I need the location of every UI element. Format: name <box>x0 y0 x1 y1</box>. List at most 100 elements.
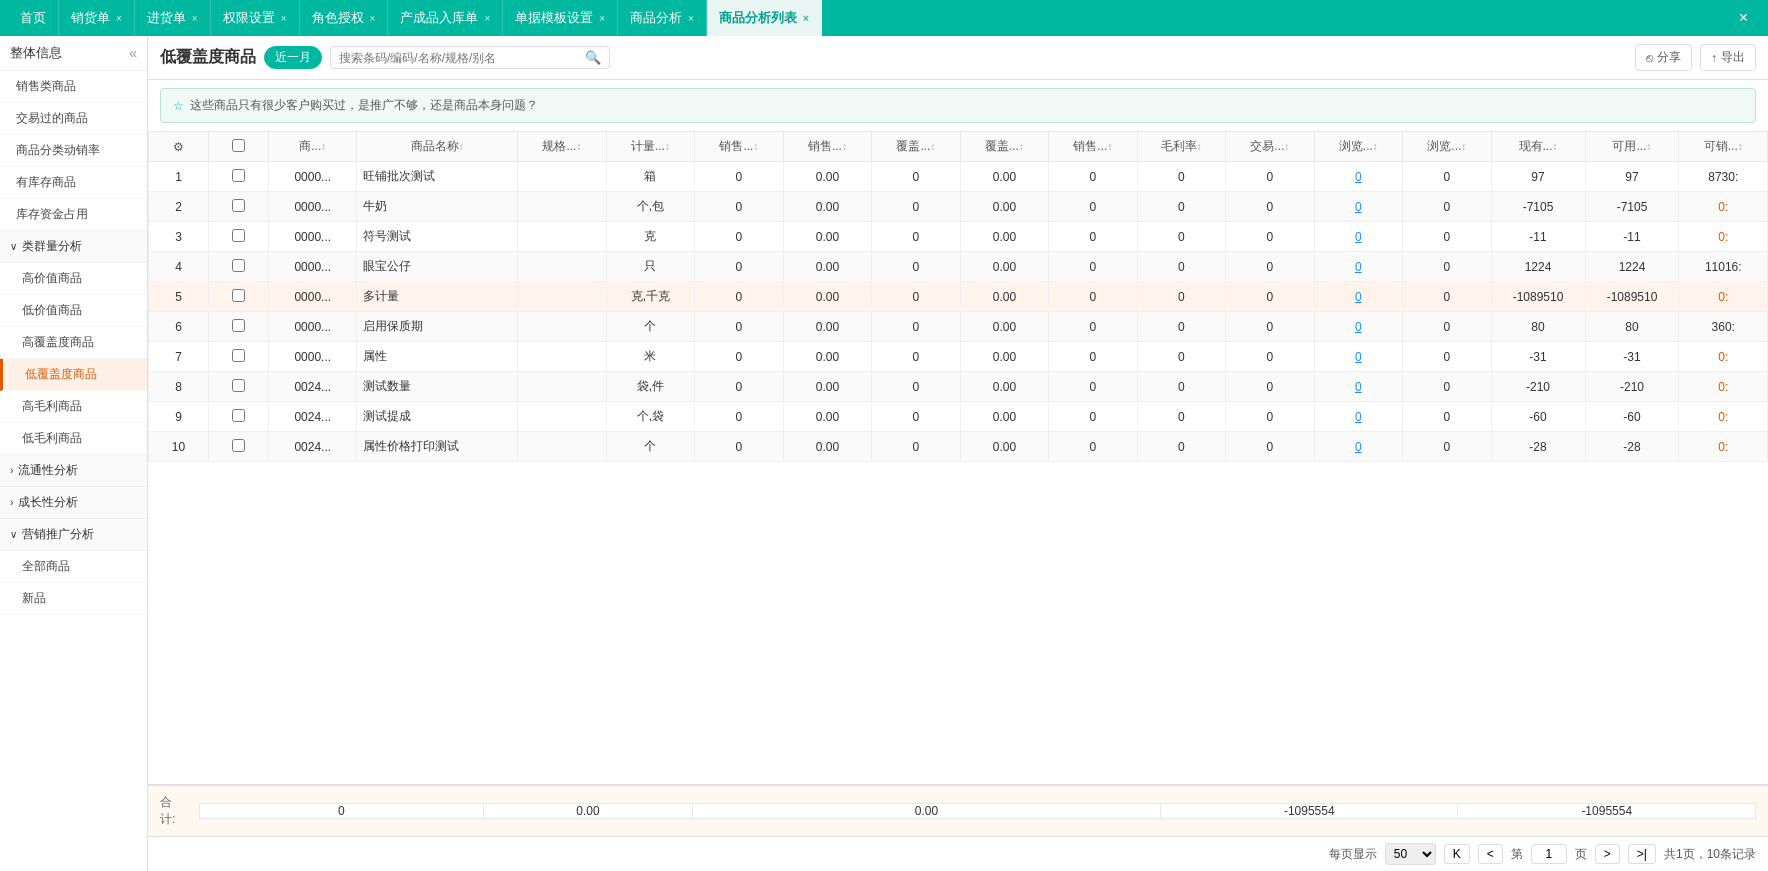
settings-column-header[interactable]: ⚙ <box>149 132 209 162</box>
row-browse1: 0 <box>1314 372 1402 402</box>
prev-page-button[interactable]: < <box>1478 844 1503 864</box>
search-input[interactable] <box>339 51 585 65</box>
share-button[interactable]: ⎋ 分享 <box>1635 44 1692 71</box>
row-coverage1: 0 <box>872 312 960 342</box>
name-column-header[interactable]: 商品名称↕ <box>357 132 518 162</box>
row-transaction: 0 <box>1226 192 1314 222</box>
sidebar-item-new-products[interactable]: 新品 <box>0 583 147 615</box>
sidebar-item-high-coverage[interactable]: 高覆盖度商品 <box>0 327 147 359</box>
table-row: 7 0000... 属性 米 0 0.00 0 0.00 0 0 0 0 0 -… <box>149 342 1768 372</box>
row-no: 10 <box>149 432 209 462</box>
nav-item-templates[interactable]: 单据模板设置 × <box>503 0 618 36</box>
next-page-button[interactable]: > <box>1595 844 1620 864</box>
close-icon[interactable]: × <box>803 13 809 24</box>
time-filter-button[interactable]: 近一月 <box>264 46 322 69</box>
close-icon[interactable]: × <box>370 13 376 24</box>
table-row: 10 0024... 属性价格打印测试 个 0 0.00 0 0.00 0 0 … <box>149 432 1768 462</box>
sidebar-group-liquidity[interactable]: › 流通性分析 <box>0 455 147 487</box>
select-all-checkbox[interactable] <box>232 139 245 152</box>
sidebar-item-low-profit[interactable]: 低毛利商品 <box>0 423 147 455</box>
row-checkbox[interactable] <box>232 409 245 422</box>
close-icon[interactable]: × <box>192 13 198 24</box>
row-no: 6 <box>149 312 209 342</box>
nav-item-permissions[interactable]: 权限设置 × <box>211 0 300 36</box>
row-browse2: 0 <box>1403 282 1491 312</box>
sidebar-item-all-products[interactable]: 全部商品 <box>0 551 147 583</box>
page-number-input[interactable] <box>1531 844 1567 864</box>
close-icon[interactable]: × <box>484 13 490 24</box>
nav-item-product-analysis[interactable]: 商品分析 × <box>618 0 707 36</box>
sales-qty-column-header[interactable]: 销售...↕ <box>695 132 783 162</box>
row-no: 3 <box>149 222 209 252</box>
row-coverage1: 0 <box>872 402 960 432</box>
row-checkbox-cell <box>209 372 269 402</box>
sidebar-group-marketing[interactable]: ∨ 营销推广分析 <box>0 519 147 551</box>
chevron-right-icon: › <box>10 497 13 508</box>
nav-item-home[interactable]: 首页 <box>8 0 59 36</box>
close-icon[interactable]: × <box>599 13 605 24</box>
row-name: 测试数量 <box>357 372 518 402</box>
close-icon[interactable]: × <box>116 13 122 24</box>
row-checkbox[interactable] <box>232 319 245 332</box>
transaction-column-header[interactable]: 交易...↕ <box>1226 132 1314 162</box>
sidebar-group-category-analysis[interactable]: ∨ 类群量分析 <box>0 231 147 263</box>
row-checkbox[interactable] <box>232 199 245 212</box>
spec-column-header[interactable]: 规格...↕ <box>518 132 606 162</box>
row-current-stock: 1224 <box>1491 252 1585 282</box>
coverage1-column-header[interactable]: 覆盖...↕ <box>872 132 960 162</box>
row-checkbox[interactable] <box>232 349 245 362</box>
sales-amount-column-header[interactable]: 销售...↕ <box>783 132 871 162</box>
row-sellable: 0: <box>1679 402 1768 432</box>
nav-item-roles[interactable]: 角色授权 × <box>300 0 389 36</box>
sidebar-collapse-button[interactable]: « <box>129 45 137 61</box>
browse2-column-header[interactable]: 浏览...↕ <box>1403 132 1491 162</box>
row-sales-amount: 0.00 <box>783 192 871 222</box>
row-checkbox[interactable] <box>232 289 245 302</box>
nav-item-sales[interactable]: 销货单 × <box>59 0 135 36</box>
row-checkbox[interactable] <box>232 259 245 272</box>
sales3-column-header[interactable]: 销售...↕ <box>1049 132 1137 162</box>
row-sales3: 0 <box>1049 222 1137 252</box>
gross-margin-column-header[interactable]: 毛利率↕ <box>1137 132 1225 162</box>
sidebar-item-low-value[interactable]: 低价值商品 <box>0 295 147 327</box>
sidebar-item-high-profit[interactable]: 高毛利商品 <box>0 391 147 423</box>
nav-item-purchase[interactable]: 进货单 × <box>135 0 211 36</box>
code-column-header[interactable]: 商...↕ <box>269 132 357 162</box>
current-stock-column-header[interactable]: 现有...↕ <box>1491 132 1585 162</box>
window-close-button[interactable]: × <box>1727 9 1760 27</box>
sidebar-item-stock-capital[interactable]: 库存资金占用 <box>0 199 147 231</box>
page-size-select[interactable]: 50 20 100 <box>1385 843 1436 865</box>
coverage2-column-header[interactable]: 覆盖...↕ <box>960 132 1048 162</box>
last-page-button[interactable]: >| <box>1628 844 1656 864</box>
row-checkbox[interactable] <box>232 169 245 182</box>
chevron-down-icon: ∨ <box>10 241 17 252</box>
sidebar-group-growth[interactable]: › 成长性分析 <box>0 487 147 519</box>
row-checkbox[interactable] <box>232 439 245 452</box>
sidebar-item-high-value[interactable]: 高价值商品 <box>0 263 147 295</box>
first-page-button[interactable]: K <box>1444 844 1470 864</box>
nav-item-products[interactable]: 产成品入库单 × <box>388 0 503 36</box>
sidebar-item-traded-products[interactable]: 交易过的商品 <box>0 103 147 135</box>
page-label: 第 <box>1511 846 1523 863</box>
row-checkbox[interactable] <box>232 379 245 392</box>
close-icon[interactable]: × <box>281 13 287 24</box>
checkbox-column-header[interactable] <box>209 132 269 162</box>
row-coverage2: 0.00 <box>960 252 1048 282</box>
row-coverage2: 0.00 <box>960 222 1048 252</box>
sidebar-item-sales-products[interactable]: 销售类商品 <box>0 71 147 103</box>
browse1-column-header[interactable]: 浏览...↕ <box>1314 132 1402 162</box>
row-sales-amount: 0.00 <box>783 402 871 432</box>
row-checkbox[interactable] <box>232 229 245 242</box>
sidebar-item-stocked-products[interactable]: 有库存商品 <box>0 167 147 199</box>
available-stock-column-header[interactable]: 可用...↕ <box>1585 132 1679 162</box>
row-sales-amount: 0.00 <box>783 432 871 462</box>
close-icon[interactable]: × <box>688 13 694 24</box>
row-code: 0000... <box>269 342 357 372</box>
sidebar-item-category-turnover[interactable]: 商品分类动销率 <box>0 135 147 167</box>
nav-item-product-analysis-list[interactable]: 商品分析列表 × <box>707 0 822 36</box>
unit-column-header[interactable]: 计量...↕ <box>606 132 694 162</box>
row-unit: 个 <box>606 312 694 342</box>
export-button[interactable]: ↑ 导出 <box>1700 44 1756 71</box>
sidebar-item-low-coverage[interactable]: 低覆盖度商品 <box>0 359 147 391</box>
sellable-column-header[interactable]: 可销...↕ <box>1679 132 1768 162</box>
